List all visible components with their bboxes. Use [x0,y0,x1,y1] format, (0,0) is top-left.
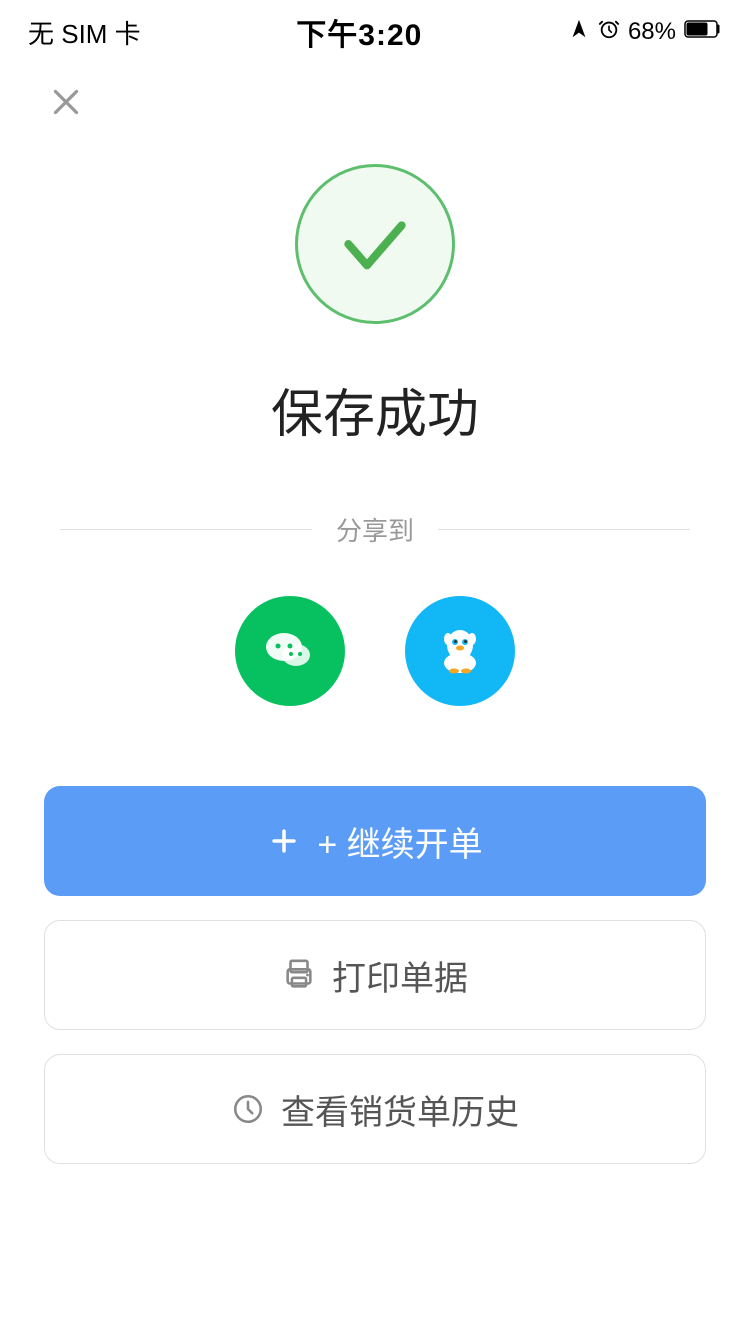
check-icon [335,204,415,284]
view-history-button[interactable]: 查看销货单历史 [44,1054,706,1164]
divider-right [438,529,690,530]
share-icons [235,596,515,706]
alarm-icon [598,18,620,47]
divider-left [60,529,312,530]
print-button[interactable]: 打印单据 [44,920,706,1030]
wechat-share-button[interactable] [235,596,345,706]
history-label: 查看销货单历史 [281,1085,519,1134]
status-right: 68% [568,18,722,47]
wechat-icon [258,619,322,683]
plus-icon [267,824,301,858]
success-title: 保存成功 [271,372,479,447]
actions: + 继续开单 打印单据 查看销货单历史 [0,786,750,1164]
location-icon [568,18,590,47]
main-content: 保存成功 分享到 [0,64,750,1164]
share-divider: 分享到 [0,511,750,548]
carrier-label: 无 SIM 卡 [28,14,141,51]
history-icon [231,1092,265,1126]
qq-icon [428,619,492,683]
continue-order-label: + 继续开单 [317,817,482,866]
qq-share-button[interactable] [405,596,515,706]
status-left: 无 SIM 卡 [28,14,151,51]
continue-order-button[interactable]: + 继续开单 [44,786,706,896]
success-circle [295,164,455,324]
status-time: 下午3:20 [296,10,422,54]
status-bar: 无 SIM 卡 下午3:20 68% [0,0,750,64]
battery-icon [684,18,722,46]
close-button[interactable] [40,76,92,128]
print-icon [282,958,316,992]
print-label: 打印单据 [332,951,468,1000]
battery-label: 68% [628,18,676,46]
share-label: 分享到 [312,511,438,548]
